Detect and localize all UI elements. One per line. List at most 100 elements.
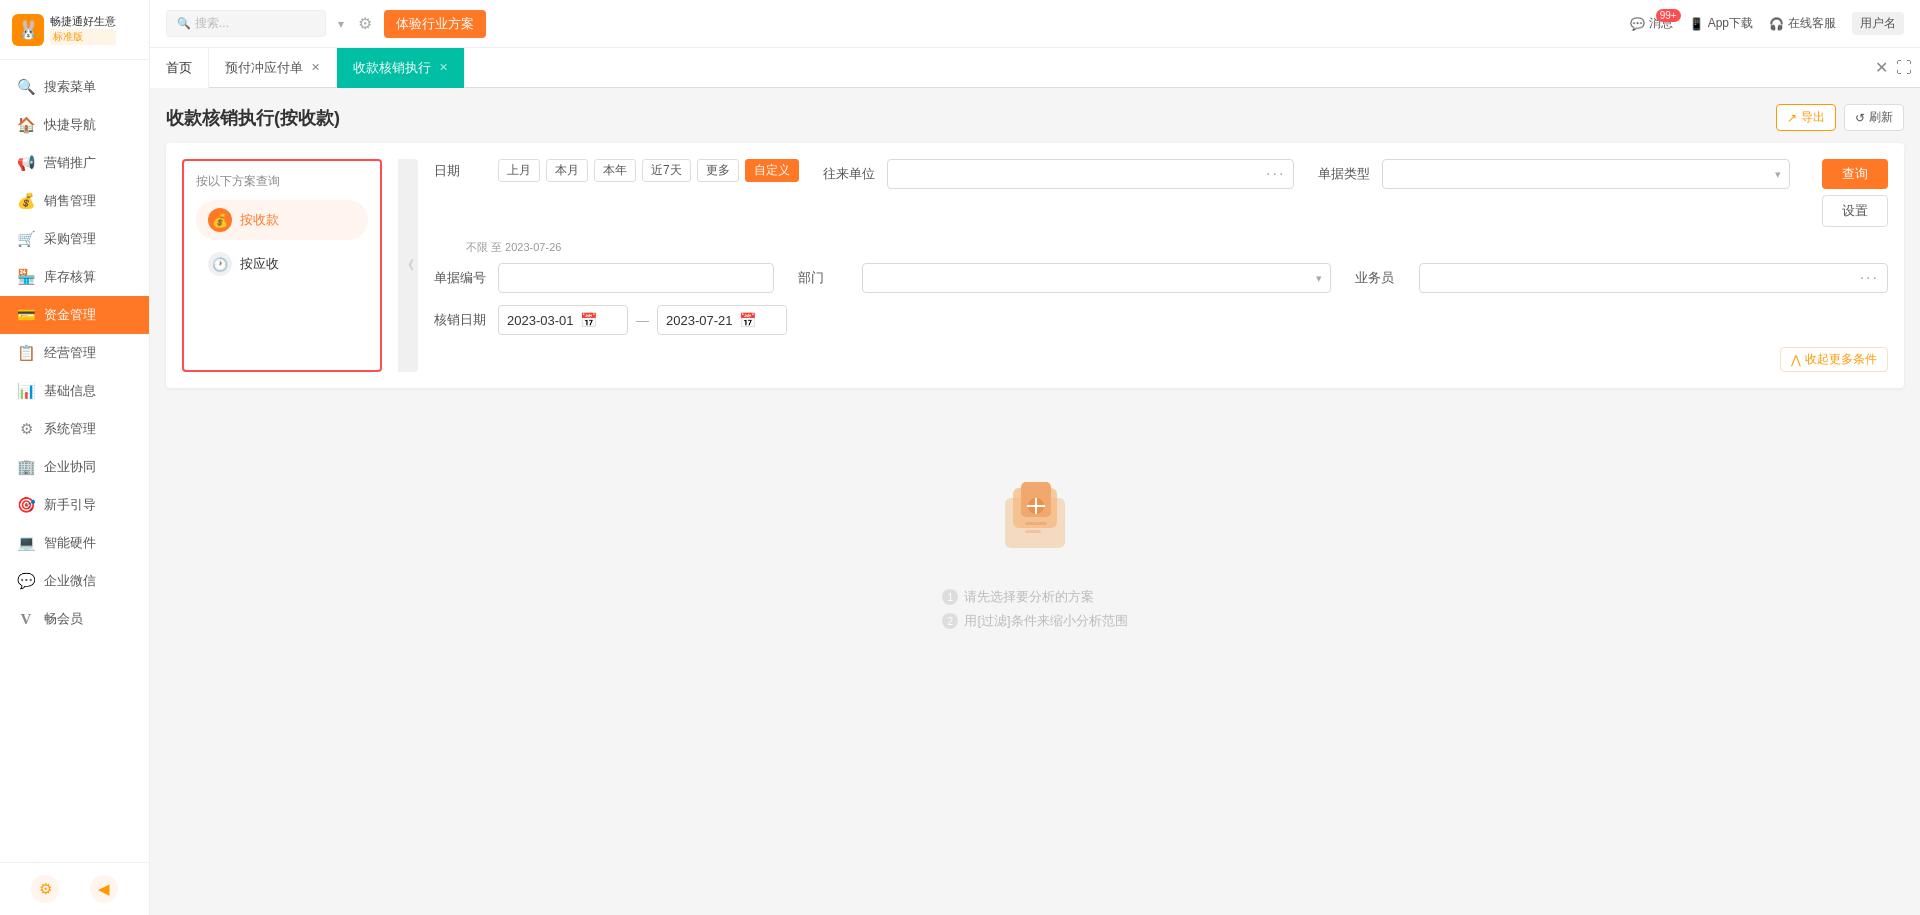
topbar: 🔍 搜索... ▾ ⚙ 体验行业方案 💬 消息 99+ 📱 App下载 🎧 在线… bbox=[150, 0, 1920, 48]
solution-button[interactable]: 体验行业方案 bbox=[384, 10, 486, 38]
sidebar-item-wechat[interactable]: 💬 企业微信 bbox=[0, 562, 149, 600]
staff-input-wrap[interactable]: ··· bbox=[1419, 263, 1888, 293]
doc-no-input-wrap[interactable] bbox=[498, 263, 774, 293]
tab-home-label: 首页 bbox=[166, 59, 192, 77]
tab-home[interactable]: 首页 bbox=[150, 48, 209, 88]
sidebar-item-sales[interactable]: 💰 销售管理 bbox=[0, 182, 149, 220]
date-custom[interactable]: 自定义 bbox=[745, 159, 799, 182]
sidebar-item-quicknav[interactable]: 🏠 快捷导航 bbox=[0, 106, 149, 144]
sidebar-item-marketing[interactable]: 📢 营销推广 bbox=[0, 144, 149, 182]
filter-row-2: 单据编号 部门 ▾ 业务员 bbox=[434, 263, 1888, 293]
staff-field: 业务员 ··· bbox=[1355, 263, 1888, 293]
sidebar-item-basic[interactable]: 📊 基础信息 bbox=[0, 372, 149, 410]
verify-date-field: 核销日期 2023-03-01 📅 — 2023-07-21 📅 bbox=[434, 305, 787, 335]
sidebar-item-hardware[interactable]: 💻 智能硬件 bbox=[0, 524, 149, 562]
doc-no-label: 单据编号 bbox=[434, 269, 490, 287]
sidebar-item-label: 搜索菜单 bbox=[44, 78, 96, 96]
logo-tag: 标准版 bbox=[50, 29, 116, 45]
filter-option-by-receivable[interactable]: 🕐 按应收 bbox=[196, 244, 368, 284]
date-nolimit-text: 不限 至 2023-07-26 bbox=[466, 241, 561, 253]
doc-no-input[interactable] bbox=[507, 271, 765, 286]
sidebar-item-label: 快捷导航 bbox=[44, 116, 96, 134]
staff-input[interactable] bbox=[1428, 271, 1860, 286]
close-tab-icon[interactable]: ✕ bbox=[1875, 58, 1888, 77]
sidebar-item-purchase[interactable]: 🛒 采购管理 bbox=[0, 220, 149, 258]
staff-dots-icon[interactable]: ··· bbox=[1860, 269, 1879, 287]
receipt-icon: 💰 bbox=[208, 208, 232, 232]
service-button[interactable]: 🎧 在线客服 bbox=[1769, 15, 1836, 32]
filter-collapse-button[interactable]: 《 bbox=[398, 159, 418, 372]
date-label: 日期 bbox=[434, 162, 490, 180]
sidebar-item-operations[interactable]: 📋 经营管理 bbox=[0, 334, 149, 372]
staff-label: 业务员 bbox=[1355, 269, 1411, 287]
collapse-arrow-icon: ⋀ bbox=[1791, 353, 1801, 367]
filter-option-by-receipt[interactable]: 💰 按收款 bbox=[196, 200, 368, 240]
sidebar-item-label: 资金管理 bbox=[44, 306, 96, 324]
settings-gear-icon[interactable]: ⚙ bbox=[358, 14, 372, 33]
date-more[interactable]: 更多 bbox=[697, 159, 739, 182]
doc-type-field: 单据类型 ▾ bbox=[1318, 159, 1790, 189]
date-this-year[interactable]: 本年 bbox=[594, 159, 636, 182]
partner-field: 往来单位 ··· bbox=[823, 159, 1295, 189]
verify-date-end-input[interactable]: 2023-07-21 📅 bbox=[657, 305, 787, 335]
date-this-month[interactable]: 本月 bbox=[546, 159, 588, 182]
collapse-more-row: ⋀ 收起更多条件 bbox=[434, 343, 1888, 372]
search-icon: 🔍 bbox=[16, 78, 36, 96]
sidebar-item-inventory[interactable]: 🏪 库存核算 bbox=[0, 258, 149, 296]
date-last-month[interactable]: 上月 bbox=[498, 159, 540, 182]
calendar-end-icon: 📅 bbox=[739, 312, 756, 328]
finance-icon: 💳 bbox=[16, 306, 36, 324]
collapse-icon[interactable]: ◀ bbox=[90, 875, 118, 903]
doc-type-select[interactable]: ▾ bbox=[1382, 159, 1790, 189]
message-button[interactable]: 💬 消息 99+ bbox=[1630, 15, 1673, 32]
refresh-button[interactable]: ↺ 刷新 bbox=[1844, 104, 1904, 131]
setting-button[interactable]: 设置 bbox=[1822, 195, 1888, 227]
logo-name: 畅捷通好生意 bbox=[50, 14, 116, 28]
verify-date-start-input[interactable]: 2023-03-01 📅 bbox=[498, 305, 628, 335]
system-icon: ⚙ bbox=[16, 420, 36, 438]
collapse-arrow-icon: 《 bbox=[402, 257, 414, 274]
sidebar-item-enterprise[interactable]: 🏢 企业协同 bbox=[0, 448, 149, 486]
sidebar-item-label: 畅会员 bbox=[44, 610, 83, 628]
service-icon: 🎧 bbox=[1769, 17, 1784, 31]
app-download-button[interactable]: 📱 App下载 bbox=[1689, 15, 1753, 32]
expand-tab-icon[interactable]: ⛶ bbox=[1896, 59, 1912, 77]
tab-prepay[interactable]: 预付冲应付单 ✕ bbox=[209, 48, 337, 88]
partner-input[interactable] bbox=[896, 167, 1266, 182]
partner-input-wrap[interactable]: ··· bbox=[887, 159, 1295, 189]
user-info[interactable]: 用户名 bbox=[1852, 12, 1904, 35]
enterprise-icon: 🏢 bbox=[16, 458, 36, 476]
query-button[interactable]: 查询 bbox=[1822, 159, 1888, 189]
page-title: 收款核销执行(按收款) bbox=[166, 106, 340, 130]
sidebar-item-system[interactable]: ⚙ 系统管理 bbox=[0, 410, 149, 448]
refresh-icon: ↺ bbox=[1855, 111, 1865, 125]
sidebar-item-label: 企业微信 bbox=[44, 572, 96, 590]
export-button[interactable]: ↗ 导出 bbox=[1776, 104, 1836, 131]
topbar-search-display: 🔍 搜索... bbox=[166, 10, 326, 37]
partner-dots-icon[interactable]: ··· bbox=[1266, 165, 1285, 183]
sidebar-item-label: 经营管理 bbox=[44, 344, 96, 362]
date-field: 日期 上月 本月 本年 近7天 更多 自定义 bbox=[434, 159, 799, 182]
dept-select[interactable]: ▾ bbox=[862, 263, 1331, 293]
dropdown-chevron-icon[interactable]: ▾ bbox=[338, 17, 344, 31]
sidebar-item-search[interactable]: 🔍 搜索菜单 bbox=[0, 68, 149, 106]
tab-collection-close-icon[interactable]: ✕ bbox=[439, 61, 448, 74]
date-range-separator: — bbox=[636, 313, 649, 328]
collapse-more-label: 收起更多条件 bbox=[1805, 351, 1877, 368]
tab-collection[interactable]: 收款核销执行 ✕ bbox=[337, 48, 465, 88]
page-actions: ↗ 导出 ↺ 刷新 bbox=[1776, 104, 1904, 131]
collapse-more-button[interactable]: ⋀ 收起更多条件 bbox=[1780, 347, 1888, 372]
settings-icon[interactable]: ⚙ bbox=[31, 875, 59, 903]
date-7days[interactable]: 近7天 bbox=[642, 159, 691, 182]
sidebar-footer: ⚙ ◀ bbox=[0, 862, 149, 915]
hardware-icon: 💻 bbox=[16, 534, 36, 552]
sidebar-item-member[interactable]: V 畅会员 bbox=[0, 600, 149, 638]
doc-type-label: 单据类型 bbox=[1318, 165, 1374, 183]
message-icon: 💬 bbox=[1630, 17, 1645, 31]
sidebar-item-guide[interactable]: 🎯 新手引导 bbox=[0, 486, 149, 524]
page-header: 收款核销执行(按收款) ↗ 导出 ↺ 刷新 bbox=[166, 104, 1904, 131]
basic-icon: 📊 bbox=[16, 382, 36, 400]
sidebar-item-finance[interactable]: 💳 资金管理 bbox=[0, 296, 149, 334]
filter-option-receipt-label: 按收款 bbox=[240, 211, 279, 229]
tab-prepay-close-icon[interactable]: ✕ bbox=[311, 61, 320, 74]
